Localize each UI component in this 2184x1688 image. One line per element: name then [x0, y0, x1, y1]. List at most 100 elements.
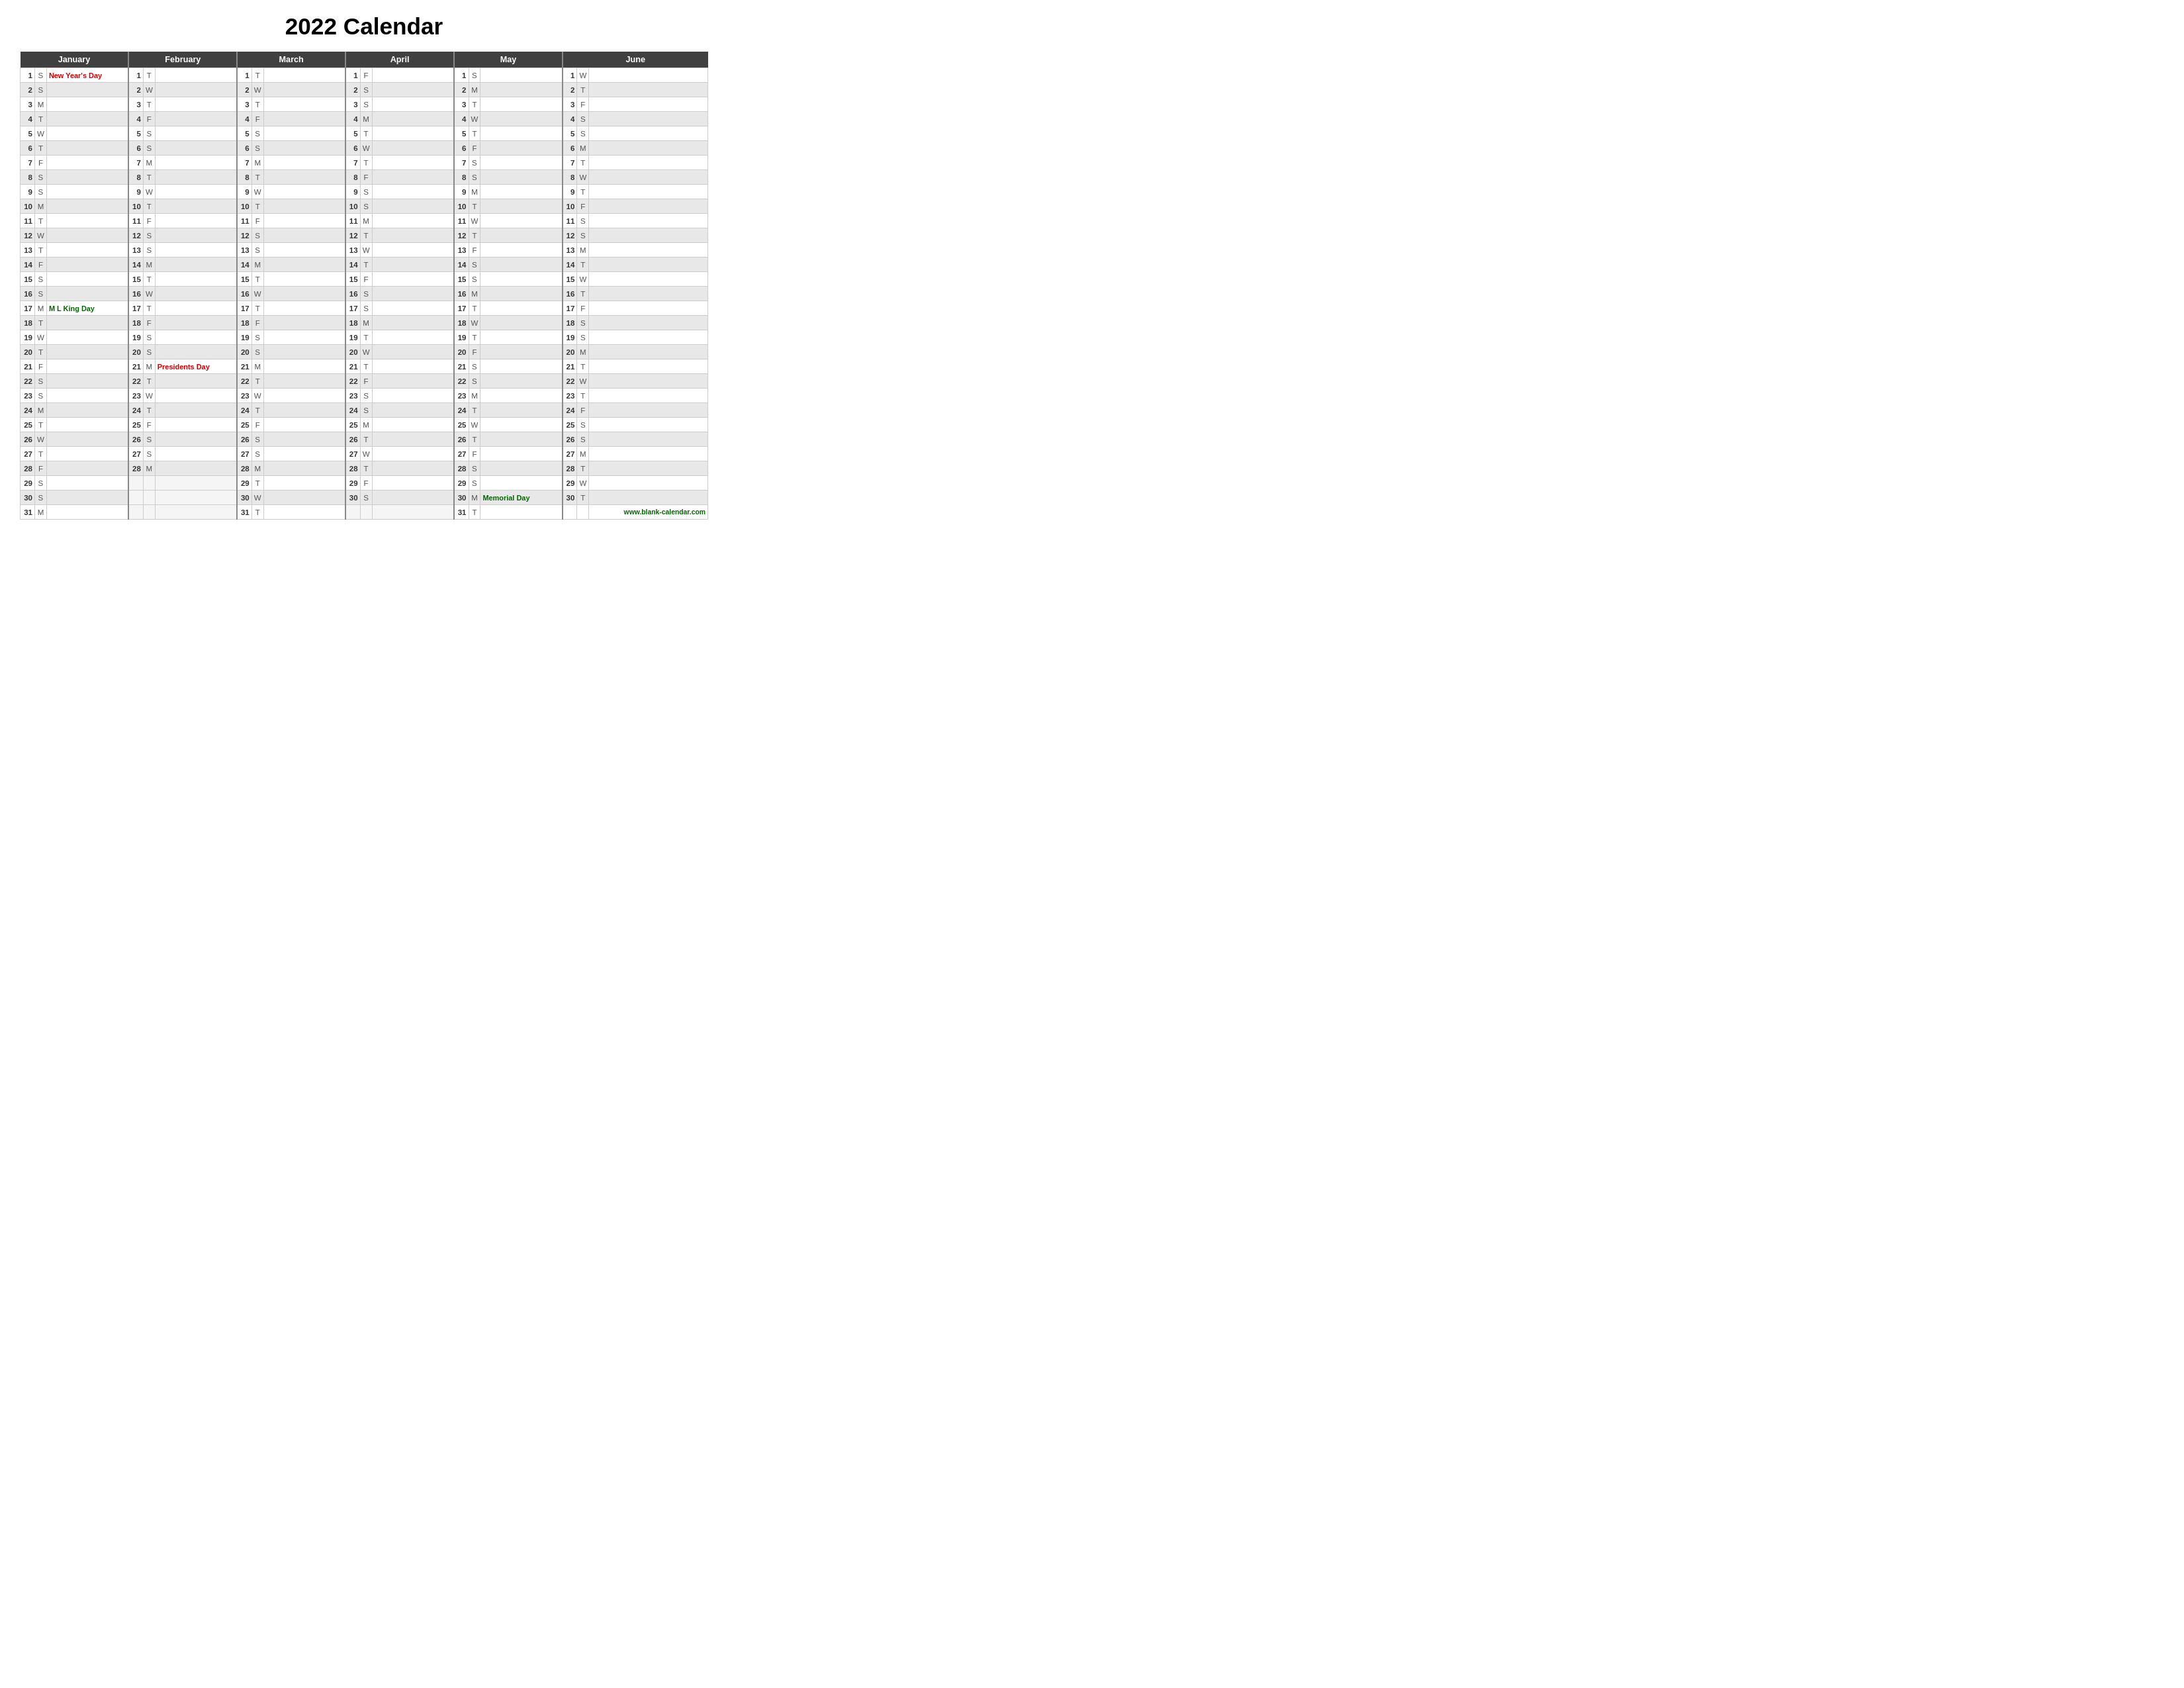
jun-day-11-dow: S — [577, 214, 589, 228]
feb-day-17-holiday — [155, 301, 237, 316]
apr-day-8-dow: F — [360, 170, 372, 185]
jun-day-21-holiday — [589, 359, 708, 374]
apr-day-13-holiday — [372, 243, 454, 258]
jun-day-12-dow: S — [577, 228, 589, 243]
jun-day-22-num: 22 — [563, 374, 577, 389]
apr-day-14-dow: T — [360, 258, 372, 272]
apr-day-1-num: 1 — [345, 68, 360, 83]
may-day-21-dow: S — [469, 359, 480, 374]
jan-day-22-num: 22 — [21, 374, 35, 389]
jan-day-18-dow: T — [35, 316, 47, 330]
apr-day-19-dow: T — [360, 330, 372, 345]
table-row: 5W5S5S5T5T5S — [21, 126, 708, 141]
jun-day-25-dow: S — [577, 418, 589, 432]
may-day-15-num: 15 — [454, 272, 469, 287]
jan-day-2-holiday — [46, 83, 128, 97]
apr-day-3-dow: S — [360, 97, 372, 112]
jun-day-10-holiday — [589, 199, 708, 214]
jan-day-19-holiday — [46, 330, 128, 345]
table-row: 23S23W23W23S23M23T — [21, 389, 708, 403]
apr-day-15-holiday — [372, 272, 454, 287]
mar-day-11-dow: F — [251, 214, 263, 228]
jan-holiday-label: New Year's Day — [49, 71, 102, 79]
mar-day-24-num: 24 — [237, 403, 251, 418]
jan-day-25-dow: T — [35, 418, 47, 432]
jun-day-3-num: 3 — [563, 97, 577, 112]
may-day-6-num: 6 — [454, 141, 469, 156]
may-day-5-holiday — [480, 126, 563, 141]
jun-day-15-holiday — [589, 272, 708, 287]
table-row: 19W19S19S19T19T19S — [21, 330, 708, 345]
table-row: 8S8T8T8F8S8W — [21, 170, 708, 185]
may-day-1-holiday — [480, 68, 563, 83]
feb-day-25-dow: F — [143, 418, 155, 432]
march-header: March — [237, 52, 345, 68]
jun-day-13-dow: M — [577, 243, 589, 258]
mar-day-22-holiday — [263, 374, 345, 389]
mar-day-1-holiday — [263, 68, 345, 83]
apr-day-1-dow: F — [360, 68, 372, 83]
jan-day-3-dow: M — [35, 97, 47, 112]
apr-day-26-num: 26 — [345, 432, 360, 447]
jan-day-20-num: 20 — [21, 345, 35, 359]
may-day-22-holiday — [480, 374, 563, 389]
jan-day-16-holiday — [46, 287, 128, 301]
mar-day-26-num: 26 — [237, 432, 251, 447]
mar-day-22-num: 22 — [237, 374, 251, 389]
jan-day-13-dow: T — [35, 243, 47, 258]
jun-day-17-num: 17 — [563, 301, 577, 316]
jan-day-23-num: 23 — [21, 389, 35, 403]
may-day-4-holiday — [480, 112, 563, 126]
mar-day-29-num: 29 — [237, 476, 251, 491]
apr-day-9-dow: S — [360, 185, 372, 199]
apr-day-27-dow: W — [360, 447, 372, 461]
apr-day-31-holiday — [372, 505, 454, 520]
mar-day-7-num: 7 — [237, 156, 251, 170]
jun-day-22-dow: W — [577, 374, 589, 389]
may-day-22-dow: S — [469, 374, 480, 389]
table-row: 4T4F4F4M4W4S — [21, 112, 708, 126]
jun-day-28-holiday — [589, 461, 708, 476]
may-day-28-holiday — [480, 461, 563, 476]
mar-day-11-num: 11 — [237, 214, 251, 228]
jan-day-31-num: 31 — [21, 505, 35, 520]
jan-day-30-dow: S — [35, 491, 47, 505]
feb-day-8-num: 8 — [128, 170, 143, 185]
jun-day-12-num: 12 — [563, 228, 577, 243]
feb-day-5-num: 5 — [128, 126, 143, 141]
jun-day-5-dow: S — [577, 126, 589, 141]
jun-day-24-num: 24 — [563, 403, 577, 418]
jun-day-1-holiday — [589, 68, 708, 83]
may-day-16-num: 16 — [454, 287, 469, 301]
table-row: 22S22T22T22F22S22W — [21, 374, 708, 389]
feb-day-14-num: 14 — [128, 258, 143, 272]
jan-day-24-holiday — [46, 403, 128, 418]
jun-day-24-holiday — [589, 403, 708, 418]
table-row: 18T18F18F18M18W18S — [21, 316, 708, 330]
may-day-20-holiday — [480, 345, 563, 359]
apr-day-17-dow: S — [360, 301, 372, 316]
jun-day-9-dow: T — [577, 185, 589, 199]
may-day-12-dow: T — [469, 228, 480, 243]
mar-day-28-dow: M — [251, 461, 263, 476]
apr-day-27-holiday — [372, 447, 454, 461]
jan-day-20-dow: T — [35, 345, 47, 359]
table-row: 15S15T15T15F15S15W — [21, 272, 708, 287]
jan-day-27-num: 27 — [21, 447, 35, 461]
may-day-28-num: 28 — [454, 461, 469, 476]
jun-day-5-num: 5 — [563, 126, 577, 141]
may-day-9-dow: M — [469, 185, 480, 199]
mar-day-18-dow: F — [251, 316, 263, 330]
may-day-26-holiday — [480, 432, 563, 447]
jan-day-12-holiday — [46, 228, 128, 243]
jun-day-16-holiday — [589, 287, 708, 301]
apr-day-24-num: 24 — [345, 403, 360, 418]
feb-day-11-num: 11 — [128, 214, 143, 228]
jan-day-30-holiday — [46, 491, 128, 505]
mar-day-12-dow: S — [251, 228, 263, 243]
jan-day-11-dow: T — [35, 214, 47, 228]
feb-day-28-num: 28 — [128, 461, 143, 476]
feb-day-5-dow: S — [143, 126, 155, 141]
may-day-1-num: 1 — [454, 68, 469, 83]
jun-day-29-num: 29 — [563, 476, 577, 491]
